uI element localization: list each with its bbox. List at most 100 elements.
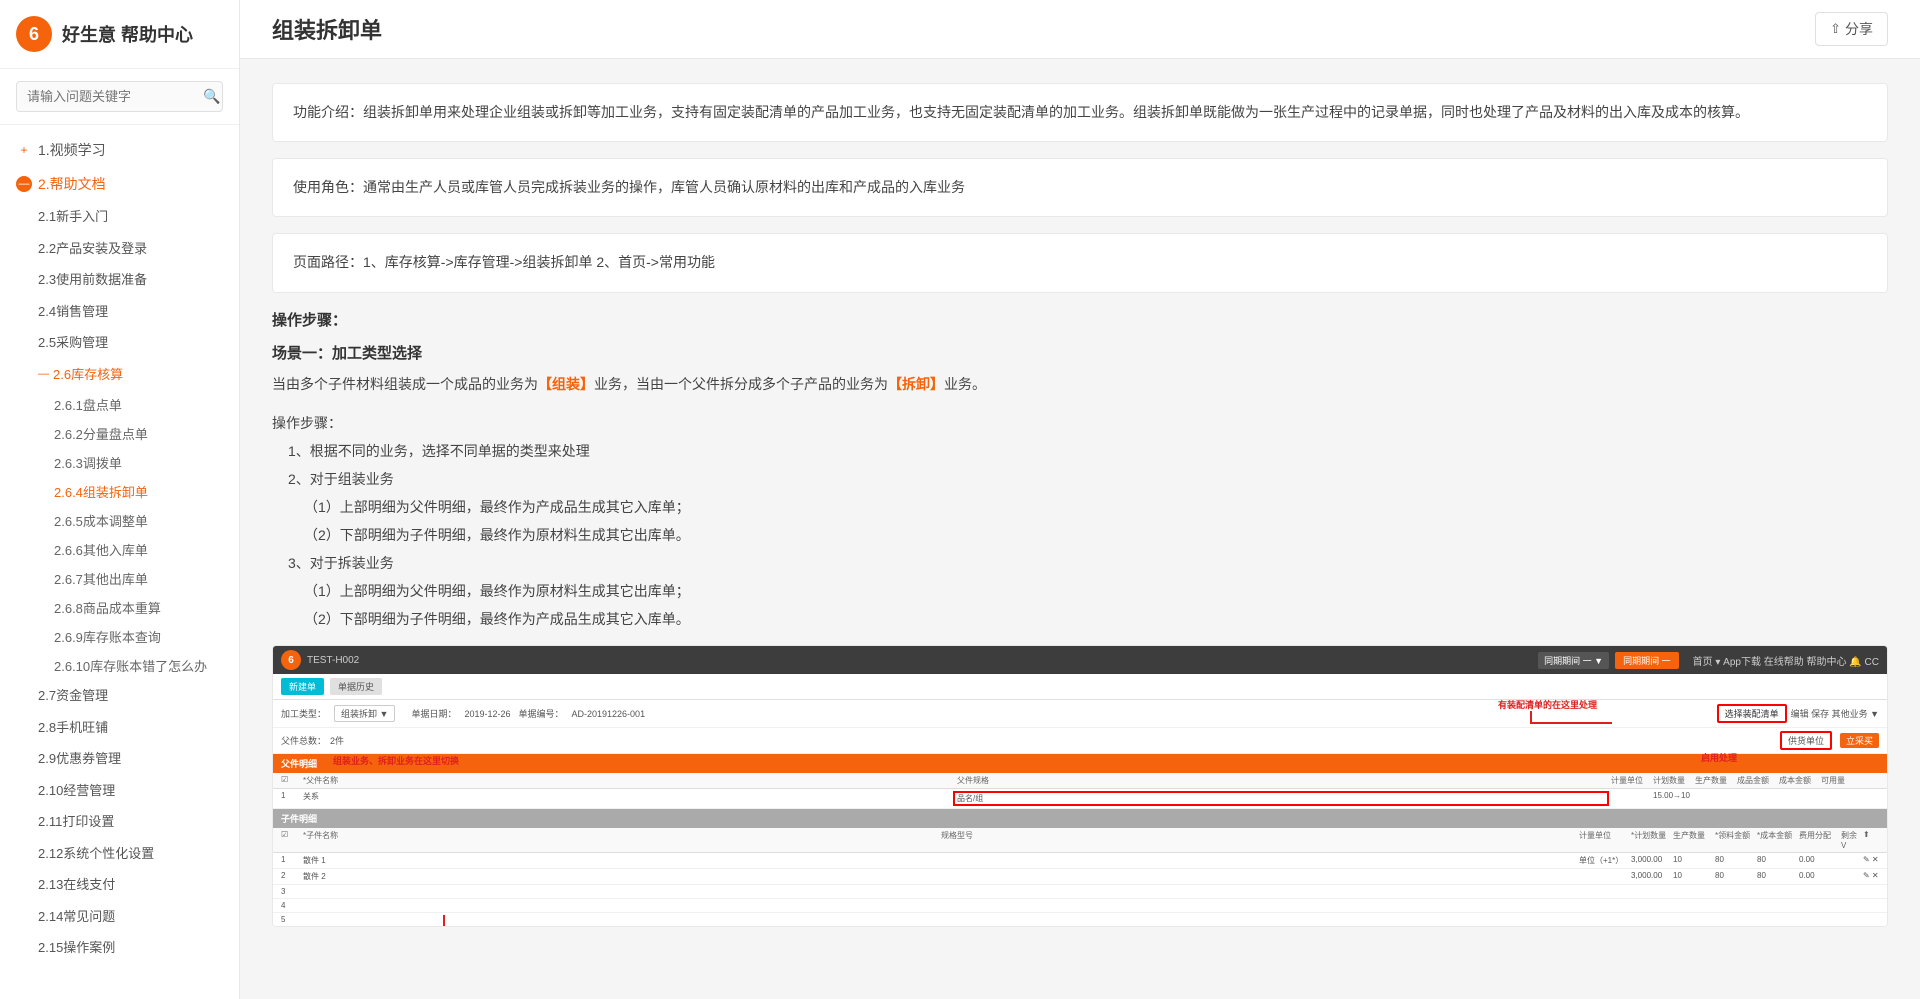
assemble-highlight: 【组装】 [538, 376, 594, 392]
mock-child-h6: 生产数量 [1673, 830, 1713, 850]
sidebar-item-2-6-1[interactable]: 2.6.1盘点单 [54, 390, 239, 419]
nav-sub-2-6: 2.6.1盘点单 2.6.2分量盘点单 2.6.3调拨单 2.6.4组装拆卸单 … [38, 390, 239, 680]
sidebar-item-2-8[interactable]: 2.8手机旺铺 [38, 712, 239, 744]
cr2-10 [1841, 871, 1861, 882]
cr1-4: 单位（+1*） [1579, 855, 1629, 866]
sidebar-item-2-4[interactable]: 2.4销售管理 [38, 296, 239, 328]
mock-child-header: ☑ *子件名称 规格型号 计量单位 *计划数量 生产数量 *领料金额 *成本金额… [273, 828, 1887, 853]
mock-cell-1-10 [1863, 791, 1879, 806]
cr2-4 [1579, 871, 1629, 882]
scene1-title: 场景一：加工类型选择 [272, 342, 1888, 363]
cr5-1: 5 [281, 915, 301, 924]
sidebar-item-2-9[interactable]: 2.9优惠券管理 [38, 743, 239, 775]
cr2-9: 0.00 [1799, 871, 1839, 882]
logo-icon: 6 [16, 16, 52, 52]
steps-section: 操作步骤： 1、根据不同的业务，选择不同单据的类型来处理 2、对于组装业务 （1… [272, 409, 1888, 633]
sidebar-item-2-15[interactable]: 2.15操作案例 [38, 932, 239, 964]
mock-child-row4: 4 [273, 899, 1887, 913]
sidebar-item-2-14[interactable]: 2.14常见问题 [38, 901, 239, 933]
cr3-1: 3 [281, 887, 301, 896]
mock-child-h10: 剩余V [1841, 830, 1861, 850]
sidebar-item-2-6-5[interactable]: 2.6.5成本调整单 [54, 506, 239, 535]
cr2-6: 10 [1673, 871, 1713, 882]
expand-icon-1: + [16, 142, 32, 158]
mock-child-h7: *领料金额 [1715, 830, 1755, 850]
mock-cell-1-8 [1779, 791, 1819, 806]
sidebar-item-2-10[interactable]: 2.10经营管理 [38, 775, 239, 807]
sidebar-item-2-7[interactable]: 2.7资金管理 [38, 680, 239, 712]
share-button[interactable]: ⇧ 分享 [1815, 12, 1888, 46]
intro-text: 功能介绍：组装拆卸单用来处理企业组装或拆卸等加工业务，支持有固定装配清单的产品加… [293, 104, 1749, 120]
mock-col-h3: 父件规格 [957, 775, 1609, 786]
mock-app-name: TEST-H002 [307, 655, 359, 666]
nav-sub-2: 2.1新手入门 2.2产品安装及登录 2.3使用前数据准备 2.4销售管理 2.… [0, 201, 239, 964]
mock-child-h5: *计划数量 [1631, 830, 1671, 850]
sidebar-item-2-6[interactable]: — 2.6库存核算 [38, 359, 239, 391]
mock-search-input-highlighted: 供货单位 [1780, 731, 1832, 750]
sidebar-item-help[interactable]: — 2.帮助文档 [0, 167, 239, 201]
mock-col-h5: 计划数量 [1653, 775, 1693, 786]
cr1-2: 散件 1 [303, 855, 939, 866]
sidebar-item-2-3[interactable]: 2.3使用前数据准备 [38, 264, 239, 296]
sidebar-item-video[interactable]: + 1.视频学习 [0, 133, 239, 167]
nav-group-1: + 1.视频学习 [0, 133, 239, 167]
mock-count-label: 父件总数： [281, 734, 326, 747]
search-icon[interactable]: 🔍 [203, 88, 220, 105]
sidebar-item-2-12[interactable]: 2.12系统个性化设置 [38, 838, 239, 870]
nav-tree: + 1.视频学习 — 2.帮助文档 2.1新手入门 2.2产品安装及登录 2.3… [0, 125, 239, 999]
collapse-icon-2-6: — [38, 366, 49, 383]
sidebar-item-2-6-2[interactable]: 2.6.2分量盘点单 [54, 419, 239, 448]
mock-child-h4: 计量单位 [1579, 830, 1629, 850]
sidebar-item-2-6-9[interactable]: 2.6.9库存账本查询 [54, 622, 239, 651]
mock-type-label: 加工类型： [281, 707, 326, 720]
mock-cell-1-7 [1737, 791, 1777, 806]
mock-child-h9: 费用分配 [1799, 830, 1839, 850]
nav-group-2: — 2.帮助文档 2.1新手入门 2.2产品安装及登录 2.3使用前数据准备 2… [0, 167, 239, 964]
intro-card: 功能介绍：组装拆卸单用来处理企业组装或拆卸等加工业务，支持有固定装配清单的产品加… [272, 83, 1888, 142]
mock-date-value: 2019-12-26 [464, 709, 510, 719]
role-card: 使用角色：通常由生产人员或库管人员完成拆装业务的操作，库管人员确认原材料的出库和… [272, 158, 1888, 217]
sidebar-item-2-1[interactable]: 2.1新手入门 [38, 201, 239, 233]
step-2: 2、对于组装业务 [288, 465, 1888, 493]
mock-select-bom-btn: 选择装配清单 [1717, 704, 1787, 723]
expand-icon-2: — [16, 176, 32, 192]
mock-child-h2: *子件名称 [303, 830, 939, 850]
operations-section: 操作步骤： 场景一：加工类型选择 当由多个子件材料组装成一个成品的业务为【组装】… [272, 309, 1888, 634]
cr1-11: ✎ ✕ [1863, 855, 1879, 866]
sidebar-item-2-6-7[interactable]: 2.6.7其他出库单 [54, 564, 239, 593]
sidebar-item-2-6-label: 2.6库存核算 [53, 365, 123, 385]
share-label: 分享 [1845, 19, 1873, 39]
cr1-6: 10 [1673, 855, 1713, 866]
page-title: 组装拆卸单 [272, 13, 382, 45]
mock-cell-highlighted: 品名/组 [953, 791, 1609, 806]
mock-col-h6: 生产数量 [1695, 775, 1735, 786]
annotation-1: 有装配清单的在这里处理 [1498, 698, 1597, 711]
cr2-5: 3,000.00 [1631, 871, 1671, 882]
sidebar-item-2-6-6[interactable]: 2.6.6其他入库单 [54, 535, 239, 564]
mock-cell-1-2: 关系 [303, 791, 951, 806]
content-area: 功能介绍：组装拆卸单用来处理企业组装或拆卸等加工业务，支持有固定装配清单的产品加… [240, 59, 1920, 999]
sidebar-item-2-2[interactable]: 2.2产品安装及登录 [38, 233, 239, 265]
step-2-1: （1）上部明细为父件明细，最终作为产成品生成其它入库单； [304, 493, 1888, 521]
search-input[interactable] [27, 89, 203, 104]
sidebar-item-2-11[interactable]: 2.11打印设置 [38, 806, 239, 838]
cr2-7: 80 [1715, 871, 1755, 882]
step-1: 1、根据不同的业务，选择不同单据的类型来处理 [288, 437, 1888, 465]
sidebar-item-2-6-10[interactable]: 2.6.10库存账本错了怎么办 [54, 651, 239, 680]
search-box[interactable]: 🔍 [16, 81, 223, 112]
mock-orange-btn: 同期期间 一 [1615, 652, 1679, 669]
sidebar-item-2-5[interactable]: 2.5采购管理 [38, 327, 239, 359]
sidebar-item-2-6-4[interactable]: 2.6.4组装拆卸单 [54, 477, 239, 506]
main-content: 组装拆卸单 ⇧ 分享 功能介绍：组装拆卸单用来处理企业组装或拆卸等加工业务，支持… [240, 0, 1920, 999]
path-card: 页面路径：1、库存核算->库存管理->组装拆卸单 2、首页->常用功能 [272, 233, 1888, 292]
mock-num-value: AD-20191226-001 [572, 709, 646, 719]
annotation-2: 组装业务、拆卸业务在这里切换 [333, 754, 459, 767]
scene1-desc: 当由多个子件材料组装成一个成品的业务为【组装】业务，当由一个父件拆分成多个子产品… [272, 371, 1888, 398]
sidebar-item-2-6-3[interactable]: 2.6.3调拨单 [54, 448, 239, 477]
logo-area: 6 好生意 帮助中心 [0, 0, 239, 69]
cr2-8: 80 [1757, 871, 1797, 882]
mock-parent-header: ☑ *父件名称 父件规格 计量单位 计划数量 生产数量 成品金额 成本金额 可用… [273, 773, 1887, 789]
mock-col-h2: *父件名称 [303, 775, 955, 786]
sidebar-item-2-13[interactable]: 2.13在线支付 [38, 869, 239, 901]
sidebar-item-2-6-8[interactable]: 2.6.8商品成本重算 [54, 593, 239, 622]
